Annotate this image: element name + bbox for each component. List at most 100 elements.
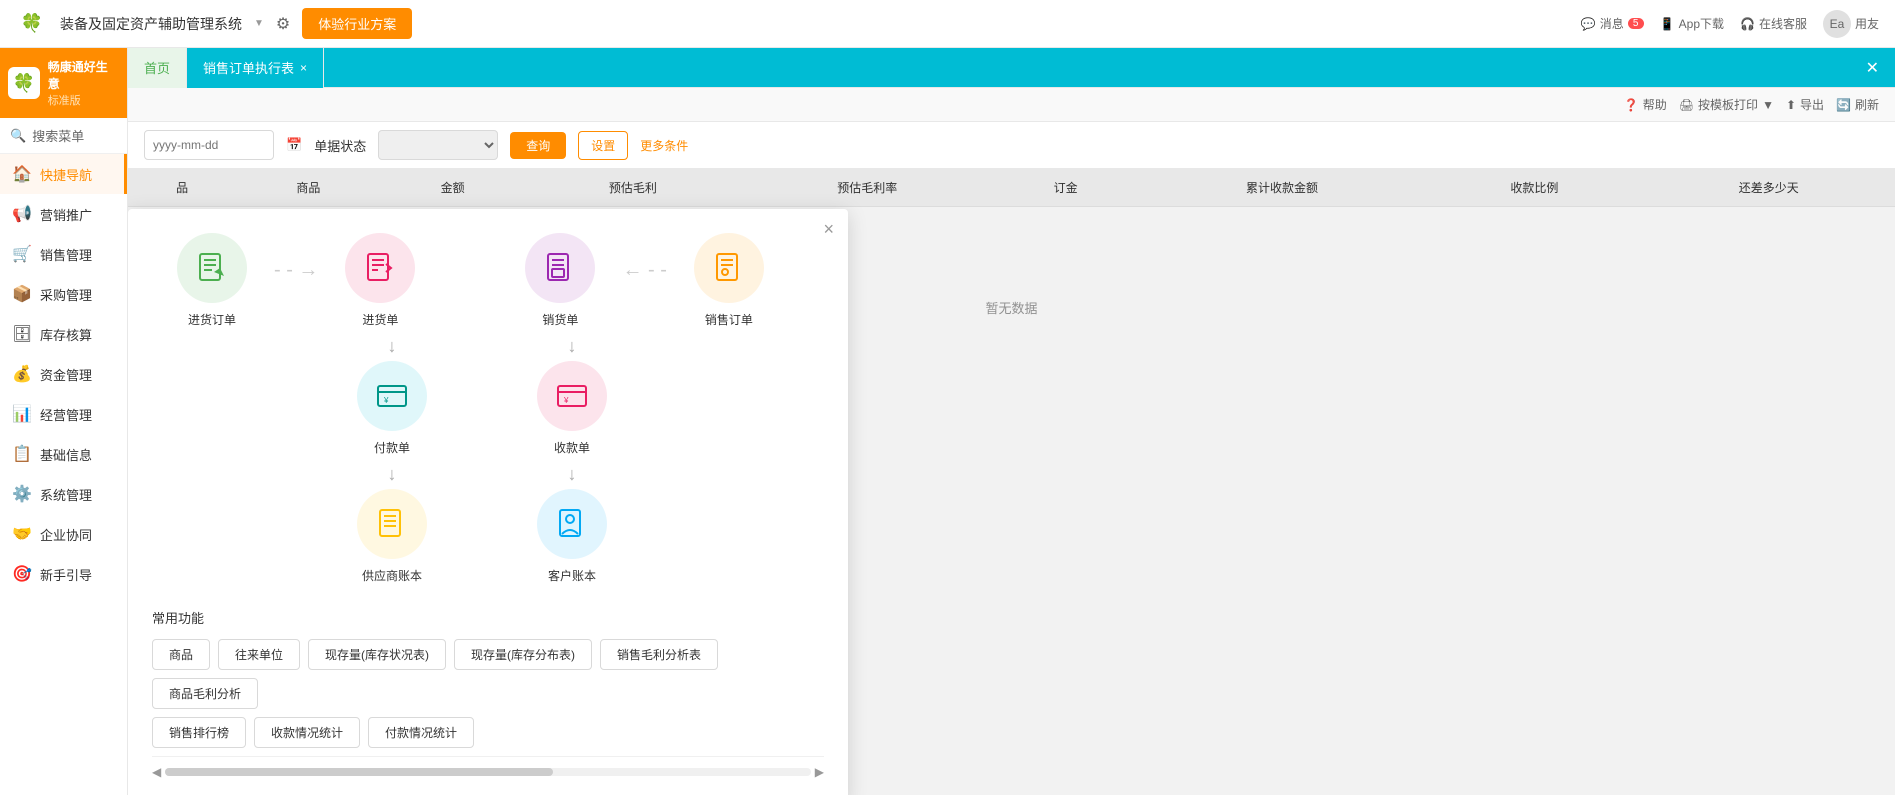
flow-item-customer-ledger[interactable]: 客户账本 [512,489,632,584]
func-btn-sales-margin[interactable]: 销售毛利分析表 [600,639,718,670]
help-button[interactable]: ❓ 帮助 [1624,96,1667,113]
more-conditions-link[interactable]: 更多条件 [640,137,688,154]
flow-item-payment[interactable]: ¥ 付款单 [332,361,452,456]
search-menu-item[interactable]: 🔍 搜索菜单 [0,118,127,154]
purchase-bill-circle [345,233,415,303]
flow-receipt-col: ↓ ¥ 收款单 [512,336,632,456]
message-button[interactable]: 💬 消息 5 [1581,15,1644,32]
download-icon: 📱 [1660,17,1675,31]
user-menu[interactable]: Ea 用友 [1823,10,1879,38]
flow-item-supplier-ledger[interactable]: 供应商账本 [332,489,452,584]
app-download-button[interactable]: 📱 App下载 [1660,15,1724,32]
func-btn-payment-stats[interactable]: 付款情况统计 [368,717,474,748]
down-arrow-2: ↓ [568,336,577,357]
template-print-button[interactable]: 🖨 按模板打印 ▼ [1679,96,1774,113]
down-arrow-4: ↓ [568,464,577,485]
sidebar-item-purchase[interactable]: 📦 采购管理 [0,274,127,314]
sidebar-item-marketing[interactable]: 📢 营销推广 [0,194,127,234]
down-arrow-1: ↓ [388,336,397,357]
table-container: 品 商品 金额 预估毛利 预估毛利率 订金 累计收款金额 收款比例 还差多少天 [128,169,1895,795]
svg-text:¥: ¥ [563,396,569,405]
settings-icon[interactable]: ⚙ [276,14,290,34]
tab-bar-right: ✕ [1850,58,1895,78]
flow-item-purchase-order[interactable]: 进货订单 [152,233,272,328]
print-arrow-icon: ▼ [1762,98,1774,112]
tab-close-icon[interactable]: × [300,61,307,75]
toolbar: ❓ 帮助 🖨 按模板打印 ▼ ⬆ 导出 🔄 刷新 [128,88,1895,122]
finance-icon: 💰 [12,364,32,384]
calendar-icon[interactable]: 📅 [286,137,302,153]
func-btn-inventory-status[interactable]: 现存量(库存状况表) [308,639,446,670]
top-bar-right: 💬 消息 5 📱 App下载 🎧 在线客服 Ea 用友 [1581,10,1879,38]
flow-diagram: 进货订单 - - → 进货单 [152,233,824,584]
scroll-right-arrow[interactable]: ▶ [815,765,824,779]
sidebar-logo: 🍀 畅康通好生意 标准版 [0,48,127,118]
flow-item-purchase-bill[interactable]: 进货单 [320,233,440,328]
setting-button[interactable]: 设置 [578,131,628,160]
sales-order-circle [694,233,764,303]
message-badge: 5 [1628,18,1644,29]
system-icon: ⚙️ [12,484,32,504]
func-btn-receipt-stats[interactable]: 收款情况统计 [254,717,360,748]
purchase-order-circle [177,233,247,303]
sidebar-item-inventory[interactable]: 🗄 库存核算 [0,314,127,354]
func-btn-inventory-dist[interactable]: 现存量(库存分布表) [454,639,592,670]
help-icon: ❓ [1624,98,1639,112]
common-functions: 常用功能 商品 往来单位 现存量(库存状况表) 现存量(库存分布表) 销售毛利分… [152,608,824,748]
flow-item-sales-bill[interactable]: 销货单 [500,233,620,328]
flow-item-receipt[interactable]: ¥ 收款单 [512,361,632,456]
svg-text:¥: ¥ [383,396,389,405]
app-container: 🍀 装备及固定资产辅助管理系统 ▼ ⚙ 体验行业方案 💬 消息 5 📱 App下… [0,0,1895,795]
sidebar-item-basic[interactable]: 📋 基础信息 [0,434,127,474]
service-icon: 🎧 [1740,17,1755,31]
func-btn-product[interactable]: 商品 [152,639,210,670]
app-logo-icon: 🍀 [16,8,48,40]
arrow-1: - - → [274,259,318,282]
scrollbar-thumb[interactable] [165,768,552,776]
sidebar: 🍀 畅康通好生意 标准版 🔍 搜索菜单 🏠 快捷导航 📢 营销推广 [0,48,128,795]
marketing-icon: 📢 [12,204,32,224]
scroll-left-arrow[interactable]: ◀ [152,765,161,779]
experience-button[interactable]: 体验行业方案 [302,8,412,39]
flow-supplier-col: ↓ 供应商账本 [332,464,452,584]
common-func-title: 常用功能 [152,608,824,627]
customer-ledger-circle [537,489,607,559]
filter-bar: 📅 单据状态 查询 设置 更多条件 [128,122,1895,169]
tab-home[interactable]: 首页 [128,48,187,88]
receipt-circle: ¥ [537,361,607,431]
query-button[interactable]: 查询 [510,132,566,159]
sidebar-item-enterprise[interactable]: 🤝 企业协同 [0,514,127,554]
sidebar-item-finance[interactable]: 💰 资金管理 [0,354,127,394]
refresh-button[interactable]: 🔄 刷新 [1836,96,1879,113]
flow-item-sales-order[interactable]: 销售订单 [669,233,789,328]
tab-sales-orders[interactable]: 销售订单执行表 × [187,48,324,88]
popup-close-button[interactable]: × [823,219,834,240]
sidebar-item-quick-nav[interactable]: 🏠 快捷导航 [0,154,127,194]
print-icon: 🖨 [1679,98,1694,112]
system-title: 装备及固定资产辅助管理系统 [60,14,242,34]
content-area: 首页 销售订单执行表 × ✕ ❓ 帮助 🖨 按模板打印 [128,48,1895,795]
flow-left-col: 进货订单 - - → 进货单 [152,233,789,584]
popup: × [128,209,848,795]
main-area: 🍀 畅康通好生意 标准版 🔍 搜索菜单 🏠 快捷导航 📢 营销推广 [0,48,1895,795]
scrollbar-track[interactable] [165,768,811,776]
top-bar: 🍀 装备及固定资产辅助管理系统 ▼ ⚙ 体验行业方案 💬 消息 5 📱 App下… [0,0,1895,48]
sidebar-item-system[interactable]: ⚙️ 系统管理 [0,474,127,514]
enterprise-icon: 🤝 [12,524,32,544]
sidebar-item-operations[interactable]: 📊 经营管理 [0,394,127,434]
export-button[interactable]: ⬆ 导出 [1786,96,1824,113]
func-btn-product-margin[interactable]: 商品毛利分析 [152,678,258,709]
sidebar-item-guide[interactable]: 🎯 新手引导 [0,554,127,594]
tab-bar-close-icon[interactable]: ✕ [1850,58,1895,78]
popup-overlay[interactable]: × [128,169,1895,795]
flow-customer-col: ↓ 客户账本 [512,464,632,584]
sidebar-item-sales[interactable]: 🛒 销售管理 [0,234,127,274]
online-service-button[interactable]: 🎧 在线客服 [1740,15,1807,32]
system-dropdown-arrow[interactable]: ▼ [254,18,264,29]
arrow-2: ← - - [622,259,666,282]
func-btn-partner[interactable]: 往来单位 [218,639,300,670]
message-icon: 💬 [1581,17,1596,31]
func-btn-sales-ranking[interactable]: 销售排行榜 [152,717,246,748]
status-select[interactable] [378,130,498,160]
date-input[interactable] [144,130,274,160]
